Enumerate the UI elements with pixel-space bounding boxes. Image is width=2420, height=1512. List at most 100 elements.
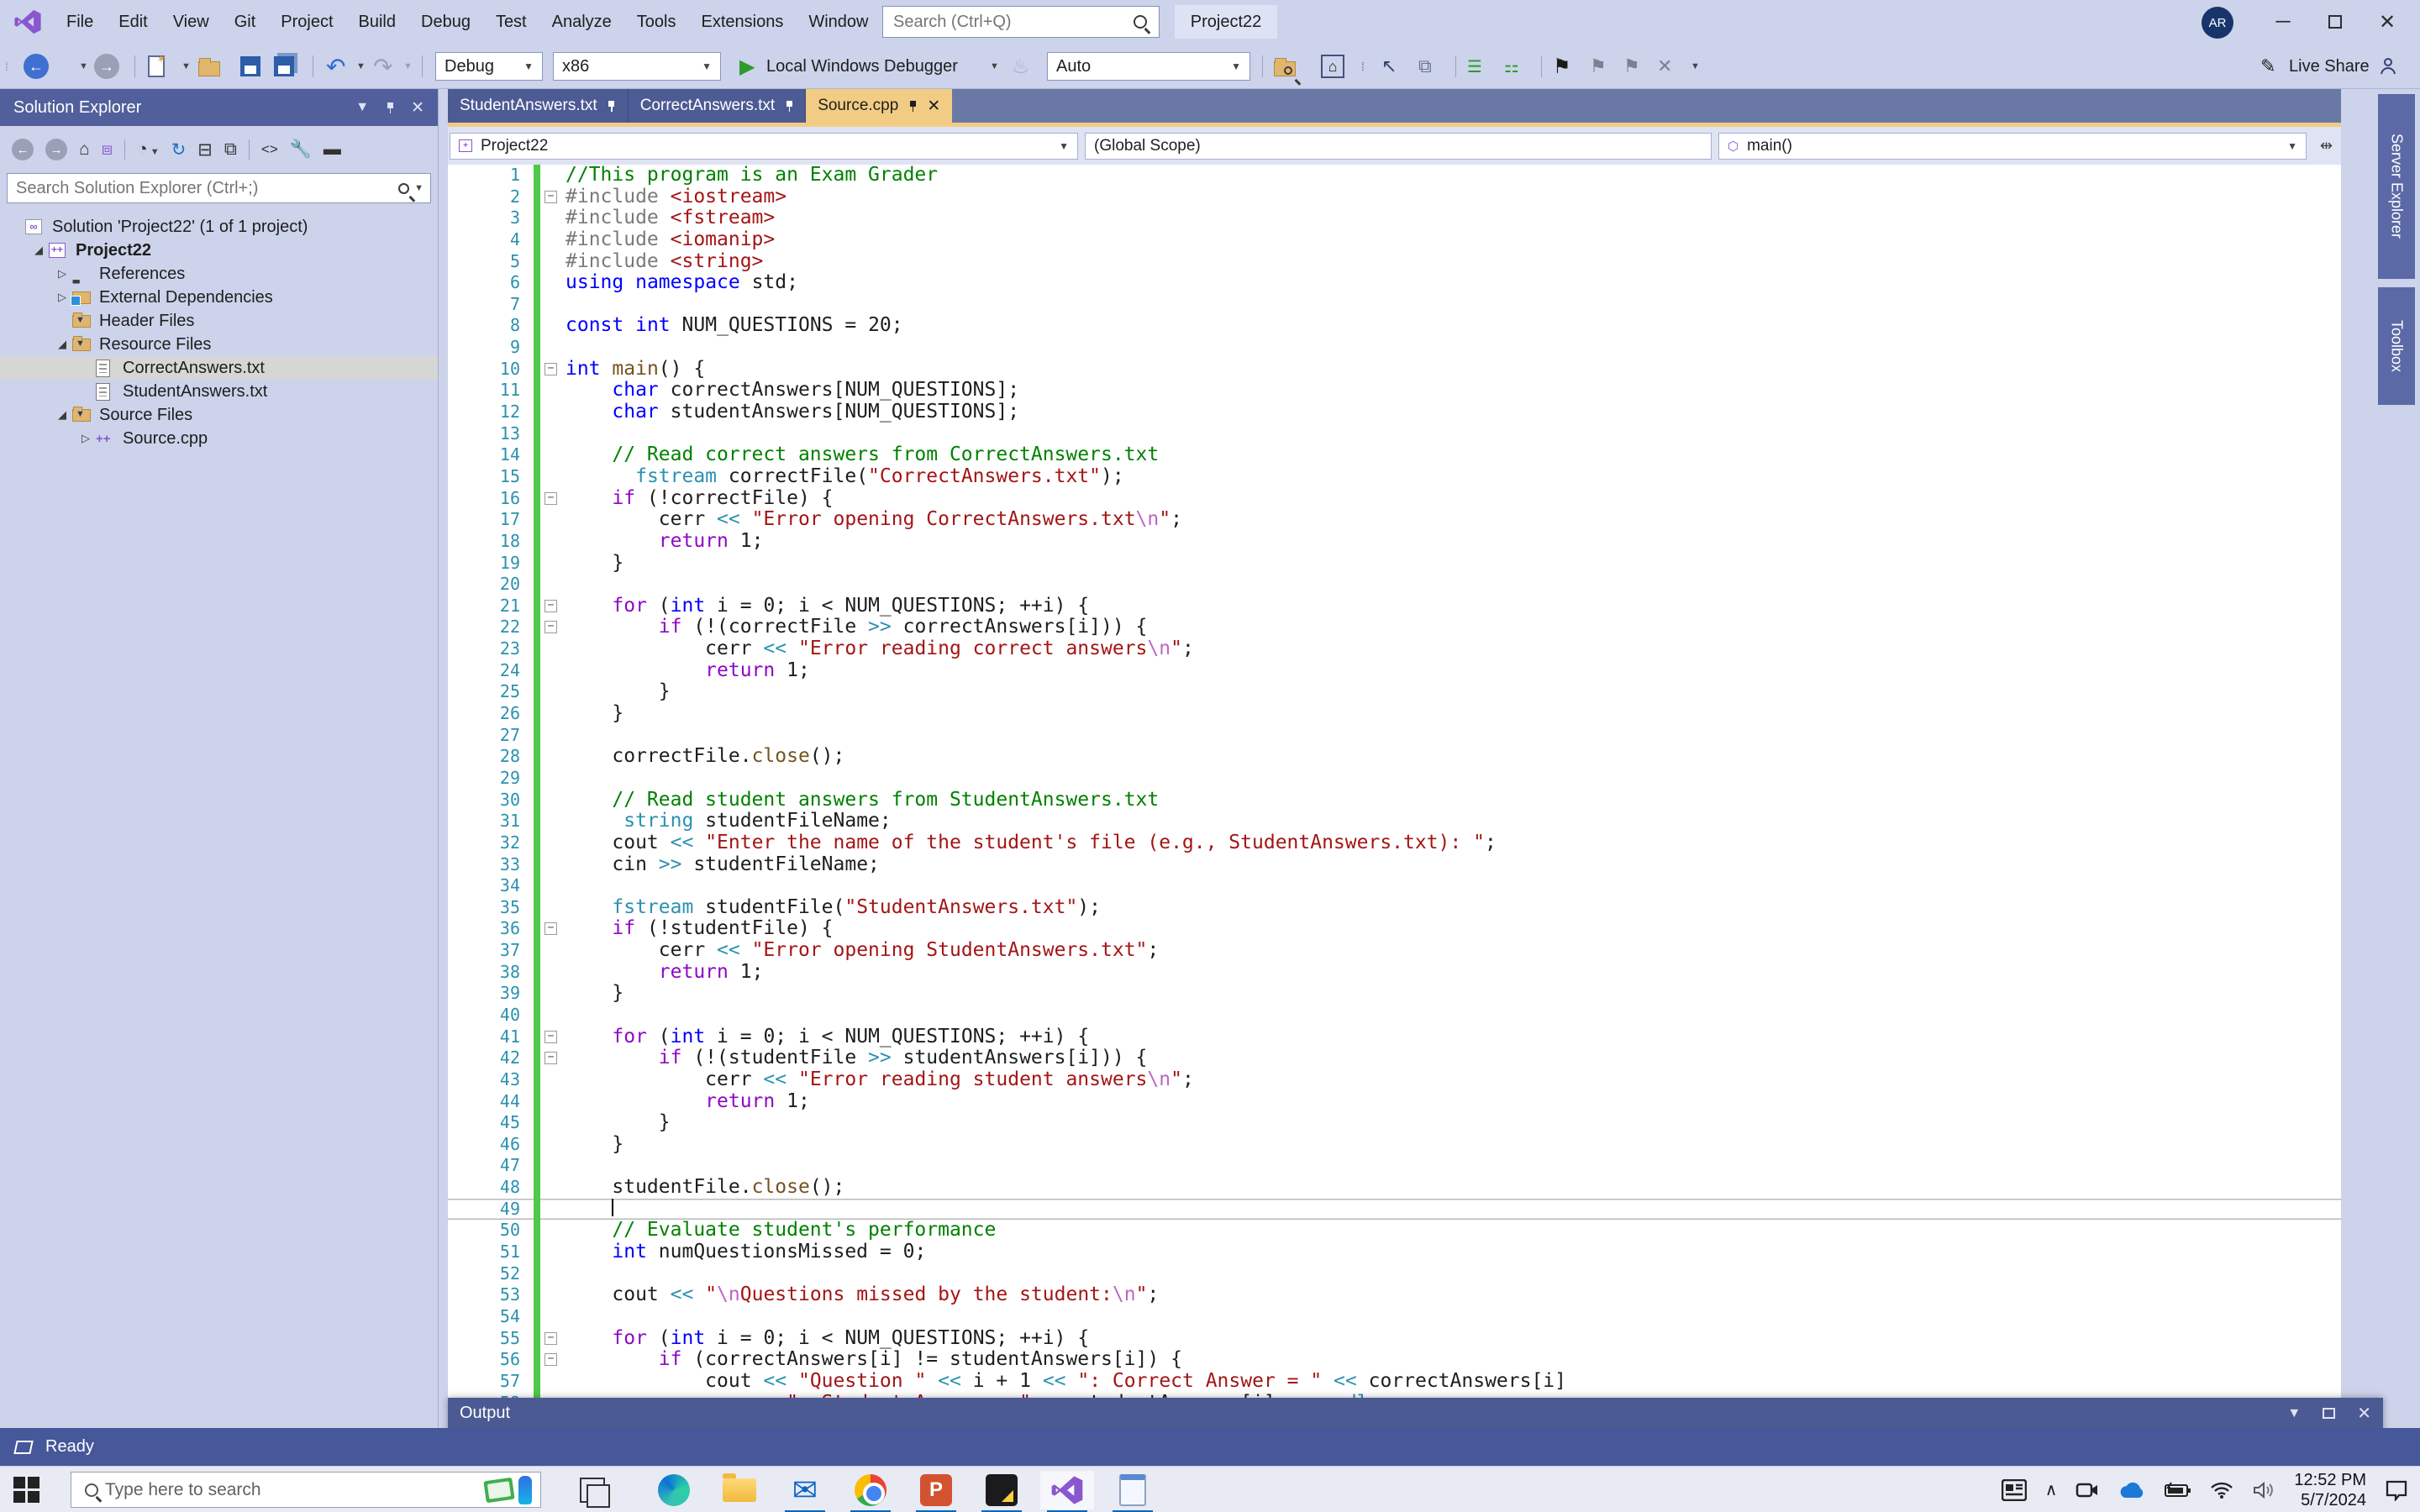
panel-pin-icon[interactable] xyxy=(386,102,394,114)
code-text[interactable]: cout << "\nQuestions missed by the stude… xyxy=(563,1284,1159,1306)
code-text[interactable]: //This program is an Exam Grader xyxy=(563,165,938,186)
code-line[interactable]: 45 } xyxy=(448,1112,2341,1134)
code-text[interactable]: return 1; xyxy=(563,962,763,984)
solution-configuration-select[interactable]: Debug▼ xyxy=(435,52,543,81)
code-text[interactable]: cout << "Question " << i + 1 << ": Corre… xyxy=(563,1371,1566,1393)
code-line[interactable]: 15 fstream correctFile("CorrectAnswers.t… xyxy=(448,466,2341,488)
code-line[interactable]: 16− if (!correctFile) { xyxy=(448,488,2341,510)
taskbar-app-mail[interactable]: ✉ xyxy=(778,1471,832,1509)
breakpoint-margin[interactable] xyxy=(448,1069,471,1091)
code-line[interactable]: 13 xyxy=(448,423,2341,445)
code-text[interactable]: string studentFileName; xyxy=(563,811,892,832)
breakpoint-margin[interactable] xyxy=(448,1306,471,1328)
breakpoint-margin[interactable] xyxy=(448,811,471,832)
run-dropdown[interactable]: ▼ xyxy=(990,52,999,81)
code-text[interactable]: // Read student answers from StudentAnsw… xyxy=(563,790,1159,811)
solution-explorer-search-input[interactable] xyxy=(8,179,398,198)
tab-studentanswers-txt[interactable]: StudentAnswers.txt xyxy=(448,89,629,123)
se-properties-icon[interactable]: 🔧 xyxy=(290,139,312,160)
expand-arrow-icon[interactable]: ▷ xyxy=(52,267,72,281)
output-maximize-icon[interactable] xyxy=(2323,1408,2335,1419)
run-button[interactable]: Local Windows Debugger xyxy=(766,52,958,81)
breakpoint-margin[interactable] xyxy=(448,1371,471,1393)
code-text[interactable]: // Evaluate student's performance xyxy=(563,1220,996,1242)
code-text[interactable] xyxy=(563,875,566,897)
code-line[interactable]: 11 char correctAnswers[NUM_QUESTIONS]; xyxy=(448,380,2341,402)
breakpoint-margin[interactable] xyxy=(448,1242,471,1263)
se-view-code-icon[interactable]: <> xyxy=(261,141,278,158)
menu-window[interactable]: Window xyxy=(796,8,881,37)
navigate-back-dropdown[interactable]: ▼ xyxy=(40,52,88,81)
code-line[interactable]: 37 cerr << "Error opening StudentAnswers… xyxy=(448,940,2341,962)
meet-now-camera-icon[interactable] xyxy=(2075,1481,2099,1499)
solution-explorer-search-box[interactable]: ▼ xyxy=(7,173,431,203)
code-line[interactable]: 41− for (int i = 0; i < NUM_QUESTIONS; +… xyxy=(448,1026,2341,1048)
bookmark-dropdown[interactable]: ▼ xyxy=(1691,52,1700,81)
code-text[interactable]: // Read correct answers from CorrectAnsw… xyxy=(563,444,1159,466)
taskbar-app-chrome[interactable] xyxy=(844,1471,897,1509)
menu-project[interactable]: Project xyxy=(268,8,345,37)
code-text[interactable]: #include <iomanip> xyxy=(563,229,775,251)
code-line[interactable]: 10−int main() { xyxy=(448,359,2341,381)
menu-edit[interactable]: Edit xyxy=(106,8,160,37)
breakpoint-margin[interactable] xyxy=(448,703,471,725)
code-text[interactable]: studentFile.close(); xyxy=(563,1177,844,1199)
code-line[interactable]: 21− for (int i = 0; i < NUM_QUESTIONS; +… xyxy=(448,596,2341,617)
breakpoint-margin[interactable] xyxy=(448,768,471,790)
code-line[interactable]: 34 xyxy=(448,875,2341,897)
hot-reload-icon[interactable]: ♨ xyxy=(1012,52,1030,81)
code-line[interactable]: 38 return 1; xyxy=(448,962,2341,984)
breakpoint-margin[interactable] xyxy=(448,1349,471,1371)
code-line[interactable]: 5#include <string> xyxy=(448,251,2341,273)
tree-item-source-files[interactable]: ◢Source Files xyxy=(0,403,438,427)
tree-item-project22[interactable]: ◢++Project22 xyxy=(0,239,438,262)
battery-icon[interactable] xyxy=(2165,1482,2191,1499)
undo-dropdown[interactable]: ▼ xyxy=(356,52,366,81)
panel-chevron-down-icon[interactable]: ▼ xyxy=(355,100,369,115)
code-line[interactable]: 47 xyxy=(448,1155,2341,1177)
breakpoint-margin[interactable] xyxy=(448,553,471,575)
code-line[interactable]: 39 } xyxy=(448,983,2341,1005)
restore-button[interactable] xyxy=(2309,0,2361,44)
bookmark-prev-icon[interactable]: ⚑ xyxy=(1590,52,1607,81)
bookmark-next-icon[interactable]: ⚑ xyxy=(1623,52,1640,81)
code-line[interactable]: 33 cin >> studentFileName; xyxy=(448,854,2341,876)
se-refresh-icon[interactable]: ↻ xyxy=(171,139,187,160)
code-text[interactable]: char correctAnswers[NUM_QUESTIONS]; xyxy=(563,380,1019,402)
output-panel-header[interactable]: Output ▼ ✕ xyxy=(448,1398,2383,1429)
breakpoint-margin[interactable] xyxy=(448,681,471,703)
code-line[interactable]: 3#include <fstream> xyxy=(448,207,2341,229)
output-chevron-down-icon[interactable]: ▼ xyxy=(2287,1406,2301,1421)
code-text[interactable]: int numQuestionsMissed = 0; xyxy=(563,1242,926,1263)
tree-item-references[interactable]: ▷References xyxy=(0,262,438,286)
global-search-input[interactable] xyxy=(883,13,1134,32)
code-text[interactable]: } xyxy=(563,1134,623,1156)
taskbar-search-box[interactable]: Type here to search xyxy=(71,1472,541,1508)
output-close-icon[interactable]: ✕ xyxy=(2357,1403,2371,1424)
code-line[interactable]: 30 // Read student answers from StudentA… xyxy=(448,790,2341,811)
code-line[interactable]: 32 cout << "Enter the name of the studen… xyxy=(448,832,2341,854)
start-button[interactable] xyxy=(13,1477,40,1504)
code-line[interactable]: 50 // Evaluate student's performance xyxy=(448,1220,2341,1242)
menu-view[interactable]: View xyxy=(160,8,222,37)
tree-item-external-dependencies[interactable]: ▷External Dependencies xyxy=(0,286,438,309)
menu-extensions[interactable]: Extensions xyxy=(688,8,796,37)
expand-arrow-icon[interactable]: ◢ xyxy=(52,408,72,422)
account-avatar[interactable]: AR xyxy=(2202,7,2233,39)
breakpoint-margin[interactable] xyxy=(448,1328,471,1350)
breakpoint-margin[interactable] xyxy=(448,466,471,488)
code-line[interactable]: 25 } xyxy=(448,681,2341,703)
code-line[interactable]: 57 cout << "Question " << i + 1 << ": Co… xyxy=(448,1371,2341,1393)
code-line[interactable]: 18 return 1; xyxy=(448,531,2341,553)
menu-tools[interactable]: Tools xyxy=(624,8,689,37)
menu-build[interactable]: Build xyxy=(346,8,408,37)
code-text[interactable]: cerr << "Error reading student answers\n… xyxy=(563,1069,1194,1091)
tab-server-explorer[interactable]: Server Explorer xyxy=(2378,94,2415,279)
code-text[interactable] xyxy=(563,337,566,359)
code-line[interactable]: 56− if (correctAnswers[i] != studentAnsw… xyxy=(448,1349,2341,1371)
taskbar-app-powerpoint[interactable]: P xyxy=(909,1471,963,1509)
breakpoint-margin[interactable] xyxy=(448,983,471,1005)
navbar-member-select[interactable]: ⬡ main()▼ xyxy=(1718,133,2307,160)
pin-icon[interactable] xyxy=(785,100,793,113)
code-line[interactable]: 36− if (!studentFile) { xyxy=(448,918,2341,940)
